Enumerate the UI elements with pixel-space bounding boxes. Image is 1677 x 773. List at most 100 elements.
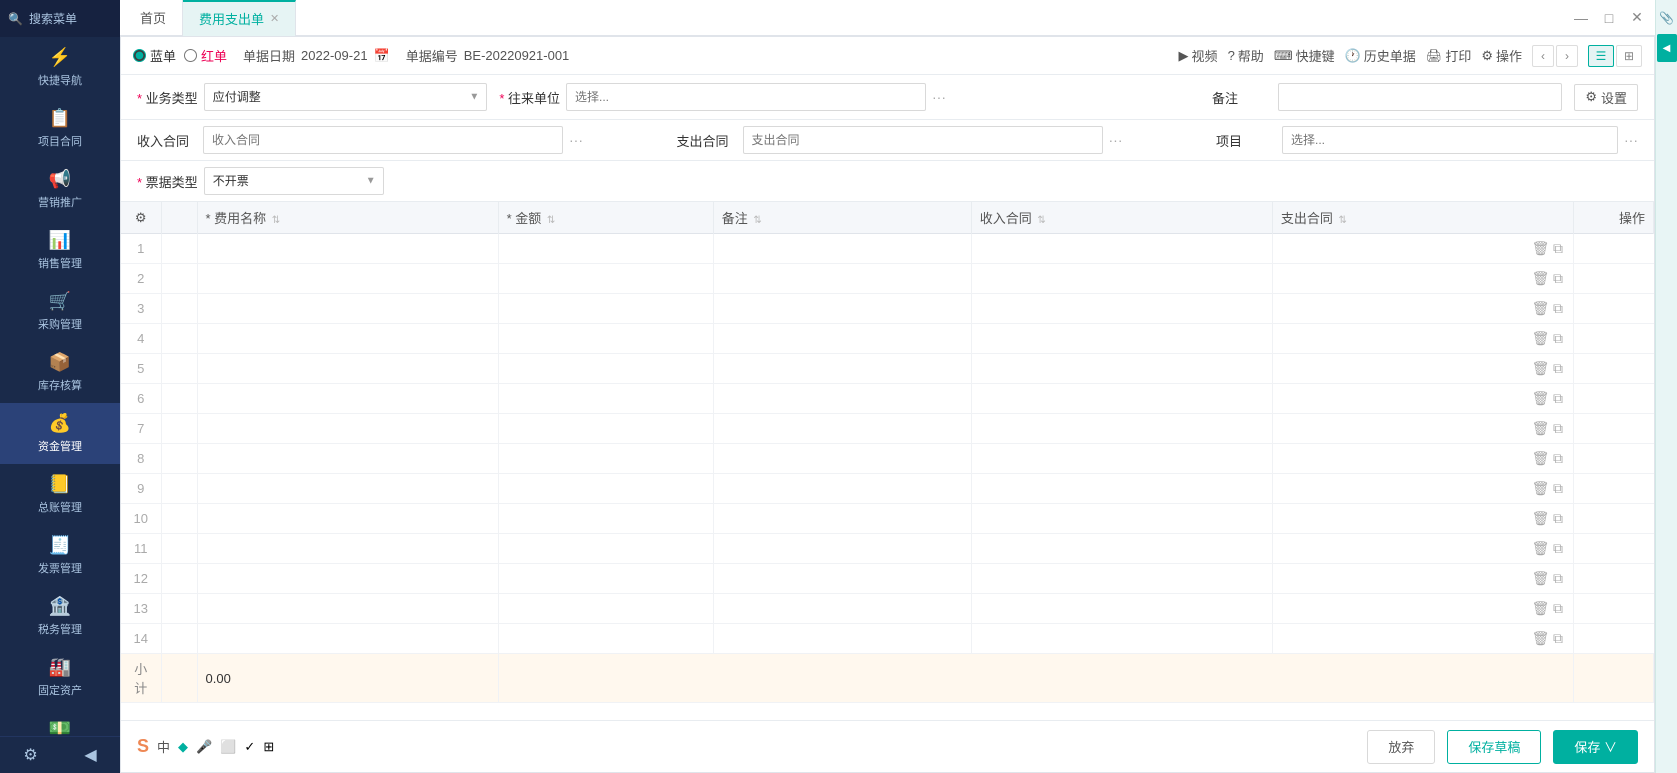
- income-contract-input[interactable]: [203, 126, 563, 154]
- project-ellipsis-icon[interactable]: ···: [1624, 132, 1638, 148]
- cell-expense-contract-12[interactable]: [971, 564, 1272, 594]
- sort-expense-icon[interactable]: ⇅: [1339, 215, 1347, 226]
- cell-amount-12[interactable]: [197, 564, 498, 594]
- cell-amount-10[interactable]: [197, 504, 498, 534]
- cell-income-contract-2[interactable]: [713, 264, 971, 294]
- cell-amount-5[interactable]: [197, 354, 498, 384]
- remark-input[interactable]: [1278, 83, 1562, 111]
- copy-icon-12[interactable]: ⧉: [1553, 570, 1563, 586]
- cell-expense-contract-6[interactable]: [971, 384, 1272, 414]
- radio-red-input[interactable]: [184, 49, 197, 62]
- cell-expense-contract-7[interactable]: [971, 414, 1272, 444]
- cell-amount-9[interactable]: [197, 474, 498, 504]
- cell-note-10[interactable]: [498, 504, 713, 534]
- copy-icon-14[interactable]: ⧉: [1553, 630, 1563, 646]
- delete-icon-6[interactable]: 🗑: [1532, 390, 1550, 406]
- cell-expense-name-12[interactable]: [161, 564, 197, 594]
- delete-icon-10[interactable]: 🗑: [1532, 510, 1550, 526]
- cell-expense-contract-14[interactable]: [971, 624, 1272, 654]
- maximize-button[interactable]: □: [1595, 4, 1623, 32]
- cell-amount-6[interactable]: [197, 384, 498, 414]
- cell-note-5[interactable]: [498, 354, 713, 384]
- tab-close-icon[interactable]: ✕: [270, 12, 279, 25]
- income-contract-ellipsis-icon[interactable]: ···: [569, 132, 583, 148]
- cell-income-contract-14[interactable]: [713, 624, 971, 654]
- copy-icon-4[interactable]: ⧉: [1553, 330, 1563, 346]
- footer-icon-diamond[interactable]: ◆: [178, 739, 188, 755]
- biz-type-select[interactable]: 应付调整: [204, 83, 488, 111]
- tab-home[interactable]: 首页: [124, 0, 183, 36]
- cell-expense-name-11[interactable]: [161, 534, 197, 564]
- copy-icon-13[interactable]: ⧉: [1553, 600, 1563, 616]
- delete-icon-4[interactable]: 🗑: [1532, 330, 1550, 346]
- cell-income-contract-11[interactable]: [713, 534, 971, 564]
- copy-icon-8[interactable]: ⧉: [1553, 450, 1563, 466]
- cell-expense-name-14[interactable]: [161, 624, 197, 654]
- cell-expense-contract-11[interactable]: [971, 534, 1272, 564]
- view-list-button[interactable]: ☰: [1588, 45, 1614, 67]
- sidebar-item-sales-mgmt[interactable]: 📊销售管理: [0, 220, 120, 281]
- cell-note-11[interactable]: [498, 534, 713, 564]
- cell-note-1[interactable]: [498, 234, 713, 264]
- ops-button[interactable]: ⚙ 操作: [1481, 46, 1522, 65]
- sidebar-item-capital-mgmt[interactable]: 💰资金管理: [0, 403, 120, 464]
- cell-income-contract-1[interactable]: [713, 234, 971, 264]
- radio-red-label[interactable]: 红单: [184, 46, 227, 65]
- radio-blue-label[interactable]: 蓝单: [133, 46, 176, 65]
- cell-income-contract-5[interactable]: [713, 354, 971, 384]
- sidebar-item-marketing[interactable]: 📢营销推广: [0, 159, 120, 220]
- right-bar-clip[interactable]: 📎: [1657, 4, 1677, 32]
- footer-icon-zhong[interactable]: 中: [157, 737, 170, 756]
- delete-icon-5[interactable]: 🗑: [1532, 360, 1550, 376]
- cell-amount-7[interactable]: [197, 414, 498, 444]
- cell-expense-name-5[interactable]: [161, 354, 197, 384]
- copy-icon-2[interactable]: ⧉: [1553, 270, 1563, 286]
- cell-income-contract-3[interactable]: [713, 294, 971, 324]
- cell-income-contract-6[interactable]: [713, 384, 971, 414]
- footer-icon-square[interactable]: ⬜: [220, 739, 236, 755]
- sort-income-icon[interactable]: ⇅: [1037, 215, 1045, 226]
- th-gear[interactable]: ⚙: [121, 202, 161, 234]
- discard-button[interactable]: 放弃: [1367, 730, 1435, 764]
- minimize-button[interactable]: —: [1567, 4, 1595, 32]
- cell-expense-contract-2[interactable]: [971, 264, 1272, 294]
- delete-icon-2[interactable]: 🗑: [1532, 270, 1550, 286]
- cell-income-contract-9[interactable]: [713, 474, 971, 504]
- cell-note-3[interactable]: [498, 294, 713, 324]
- cell-expense-contract-1[interactable]: [971, 234, 1272, 264]
- cell-expense-contract-9[interactable]: [971, 474, 1272, 504]
- cell-expense-name-10[interactable]: [161, 504, 197, 534]
- right-bar-expand[interactable]: ◀: [1657, 34, 1677, 62]
- cell-note-8[interactable]: [498, 444, 713, 474]
- nav-next-button[interactable]: ›: [1556, 45, 1578, 67]
- copy-icon-9[interactable]: ⧉: [1553, 480, 1563, 496]
- sidebar-item-fixed-assets[interactable]: 🏭固定资产: [0, 647, 120, 708]
- footer-icon-grid[interactable]: ⊞: [263, 739, 274, 755]
- sidebar-item-salary[interactable]: 💵工资: [0, 708, 120, 736]
- cell-income-contract-12[interactable]: [713, 564, 971, 594]
- sidebar-item-purchase-mgmt[interactable]: 🛒采购管理: [0, 281, 120, 342]
- cell-expense-contract-3[interactable]: [971, 294, 1272, 324]
- project-input[interactable]: [1282, 126, 1618, 154]
- cell-expense-contract-4[interactable]: [971, 324, 1272, 354]
- cell-expense-name-3[interactable]: [161, 294, 197, 324]
- footer-icon-mic[interactable]: 🎤: [196, 739, 212, 755]
- cell-income-contract-7[interactable]: [713, 414, 971, 444]
- cell-expense-name-6[interactable]: [161, 384, 197, 414]
- copy-icon-1[interactable]: ⧉: [1553, 240, 1563, 256]
- radio-blue-input[interactable]: [133, 49, 146, 62]
- cell-income-contract-8[interactable]: [713, 444, 971, 474]
- delete-icon-11[interactable]: 🗑: [1532, 540, 1550, 556]
- cell-note-12[interactable]: [498, 564, 713, 594]
- shortcut-button[interactable]: ⌨ 快捷键: [1274, 46, 1335, 65]
- sort-note-icon[interactable]: ⇅: [753, 215, 761, 226]
- cell-expense-name-4[interactable]: [161, 324, 197, 354]
- delete-icon-13[interactable]: 🗑: [1532, 600, 1550, 616]
- delete-icon-8[interactable]: 🗑: [1532, 450, 1550, 466]
- counterpart-input[interactable]: [566, 83, 926, 111]
- expense-contract-input[interactable]: [743, 126, 1103, 154]
- cell-note-13[interactable]: [498, 594, 713, 624]
- cell-expense-contract-10[interactable]: [971, 504, 1272, 534]
- cell-note-9[interactable]: [498, 474, 713, 504]
- sidebar-item-invoice-mgmt[interactable]: 🧾发票管理: [0, 525, 120, 586]
